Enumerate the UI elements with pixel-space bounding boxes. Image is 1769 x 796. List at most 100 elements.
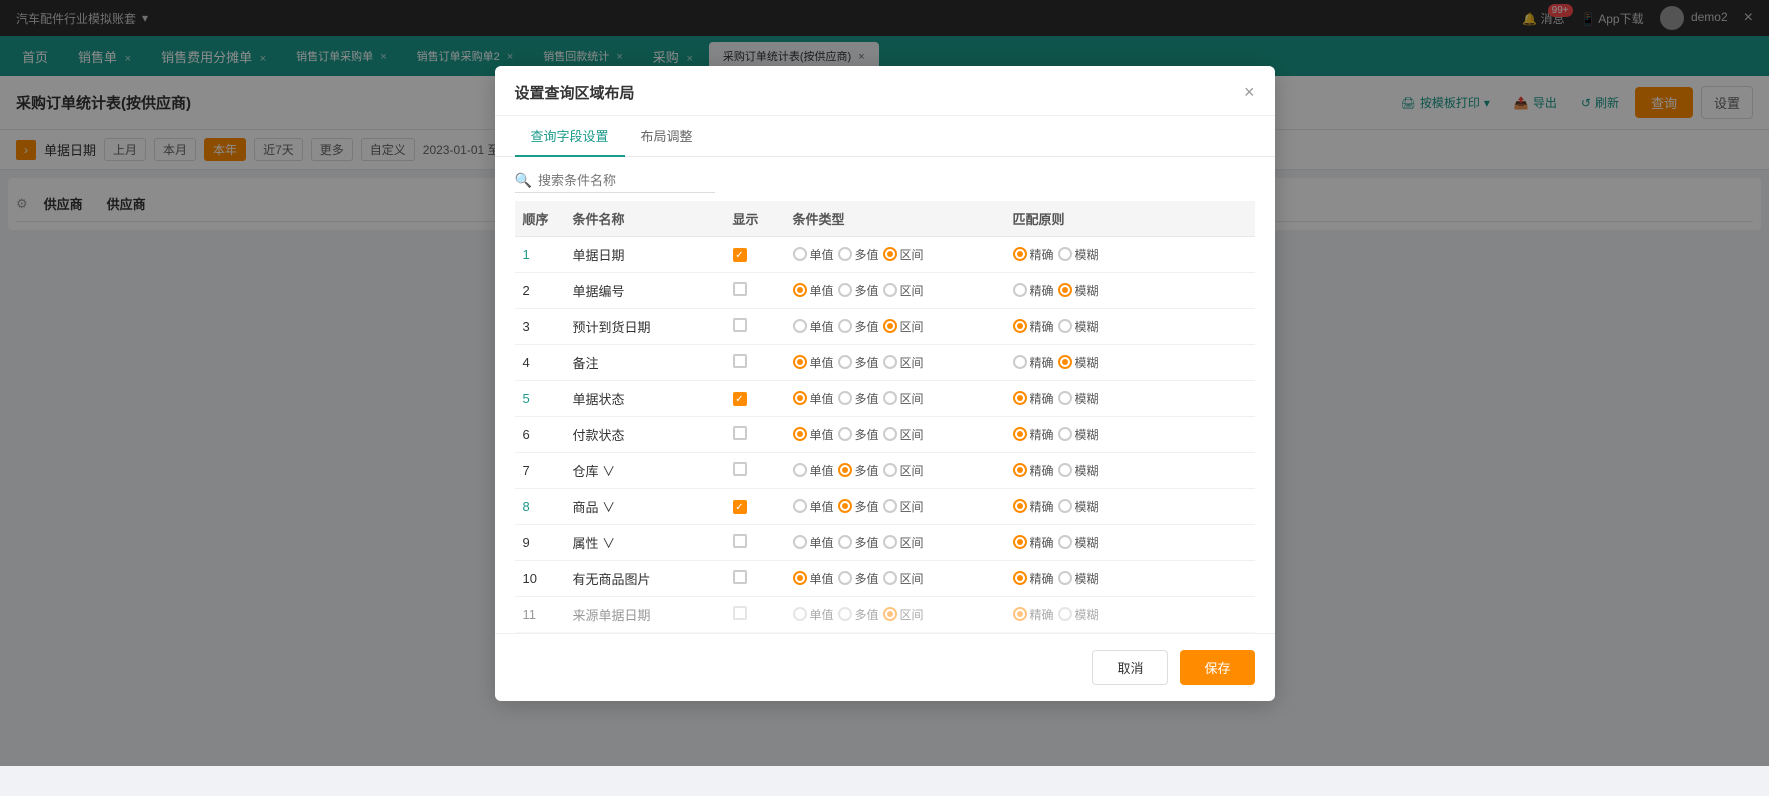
row-4-match-exact[interactable]: 精确 xyxy=(1013,354,1054,371)
row-11-match-fuzzy[interactable]: 模糊 xyxy=(1058,606,1099,623)
row-10-display[interactable] xyxy=(725,570,785,587)
table-row: 4 备注 单值 多值 区间 xyxy=(515,345,1255,381)
save-button[interactable]: 保存 xyxy=(1180,650,1254,685)
row-4-display[interactable] xyxy=(725,354,785,371)
row-1-display-checkbox[interactable]: ✓ xyxy=(733,248,747,262)
radio-single-2 xyxy=(793,283,807,297)
row-2-type-range[interactable]: 区间 xyxy=(883,282,924,299)
row-1-display[interactable]: ✓ xyxy=(725,246,785,263)
row-3-type-range[interactable]: 区间 xyxy=(883,318,924,335)
row-1-type-multi[interactable]: 多值 xyxy=(838,246,879,263)
col-type-header: 条件类型 xyxy=(785,209,1005,228)
row-10-type-single[interactable]: 单值 xyxy=(793,570,834,587)
row-5-display-checkbox[interactable]: ✓ xyxy=(733,392,747,406)
search-input[interactable] xyxy=(538,169,698,192)
dialog-close-button[interactable]: × xyxy=(1244,83,1255,101)
row-10-match-exact[interactable]: 精确 xyxy=(1013,570,1054,587)
row-10-type-multi[interactable]: 多值 xyxy=(838,570,879,587)
row-6-type-single[interactable]: 单值 xyxy=(793,426,834,443)
row-2-display[interactable] xyxy=(725,282,785,299)
row-11-match-exact[interactable]: 精确 xyxy=(1013,606,1054,623)
row-5-match-fuzzy[interactable]: 模糊 xyxy=(1058,390,1099,407)
dialog-tab-query[interactable]: 查询字段设置 xyxy=(515,116,625,157)
row-2-match-exact[interactable]: 精确 xyxy=(1013,282,1054,299)
row-6-display[interactable] xyxy=(725,426,785,443)
row-6-match-exact[interactable]: 精确 xyxy=(1013,426,1054,443)
radio-range-2 xyxy=(883,283,897,297)
row-1-type-single[interactable]: 单值 xyxy=(793,246,834,263)
row-6-type-range[interactable]: 区间 xyxy=(883,426,924,443)
row-8-match-fuzzy[interactable]: 模糊 xyxy=(1058,498,1099,515)
row-7-type-multi[interactable]: 多值 xyxy=(838,462,879,479)
row-8-match-exact[interactable]: 精确 xyxy=(1013,498,1054,515)
row-1-match-fuzzy[interactable]: 模糊 xyxy=(1058,246,1099,263)
row-6-type-multi[interactable]: 多值 xyxy=(838,426,879,443)
row-4-type-multi[interactable]: 多值 xyxy=(838,354,879,371)
radio-exact-2 xyxy=(1013,283,1027,297)
row-1-type-range[interactable]: 区间 xyxy=(883,246,924,263)
radio-single-4 xyxy=(793,355,807,369)
cancel-button[interactable]: 取消 xyxy=(1092,650,1168,685)
row-2-type-multi[interactable]: 多值 xyxy=(838,282,879,299)
row-3-match-fuzzy[interactable]: 模糊 xyxy=(1058,318,1099,335)
row-8-type-single[interactable]: 单值 xyxy=(793,498,834,515)
row-8-display[interactable]: ✓ xyxy=(725,498,785,515)
row-3-display[interactable] xyxy=(725,318,785,335)
row-3-type-multi[interactable]: 多值 xyxy=(838,318,879,335)
row-3-match-exact[interactable]: 精确 xyxy=(1013,318,1054,335)
row-9-match-fuzzy[interactable]: 模糊 xyxy=(1058,534,1099,551)
row-2-display-checkbox[interactable] xyxy=(733,282,747,296)
row-6-match-fuzzy[interactable]: 模糊 xyxy=(1058,426,1099,443)
radio-range-11 xyxy=(883,607,897,621)
row-4-match-fuzzy[interactable]: 模糊 xyxy=(1058,354,1099,371)
row-2-match-fuzzy[interactable]: 模糊 xyxy=(1058,282,1099,299)
radio-multi-9 xyxy=(838,535,852,549)
row-4-type-single[interactable]: 单值 xyxy=(793,354,834,371)
col-order-header: 顺序 xyxy=(515,209,565,228)
radio-exact-3 xyxy=(1013,319,1027,333)
row-11-name: 来源单据日期 xyxy=(565,605,725,624)
row-5-match-exact[interactable]: 精确 xyxy=(1013,390,1054,407)
row-7-type-range[interactable]: 区间 xyxy=(883,462,924,479)
row-1-match: 精确 模糊 xyxy=(1005,246,1205,263)
row-9-type-single[interactable]: 单值 xyxy=(793,534,834,551)
row-11-display-checkbox[interactable] xyxy=(733,606,747,620)
row-7-match-exact[interactable]: 精确 xyxy=(1013,462,1054,479)
row-11-type-multi[interactable]: 多值 xyxy=(838,606,879,623)
row-6-display-checkbox[interactable] xyxy=(733,426,747,440)
row-11-type-range[interactable]: 区间 xyxy=(883,606,924,623)
row-5-type-multi[interactable]: 多值 xyxy=(838,390,879,407)
row-7-display[interactable] xyxy=(725,462,785,479)
dialog-tab-layout[interactable]: 布局调整 xyxy=(625,116,709,157)
row-5-type-single[interactable]: 单值 xyxy=(793,390,834,407)
row-9-match-exact[interactable]: 精确 xyxy=(1013,534,1054,551)
row-8-type-multi[interactable]: 多值 xyxy=(838,498,879,515)
row-2-type-single[interactable]: 单值 xyxy=(793,282,834,299)
row-10-display-checkbox[interactable] xyxy=(733,570,747,584)
row-4-type-range[interactable]: 区间 xyxy=(883,354,924,371)
row-9-display[interactable] xyxy=(725,534,785,551)
row-10-type-range[interactable]: 区间 xyxy=(883,570,924,587)
row-3-display-checkbox[interactable] xyxy=(733,318,747,332)
row-11-display[interactable] xyxy=(725,606,785,623)
row-4-name: 备注 xyxy=(565,353,725,372)
row-1-match-exact[interactable]: 精确 xyxy=(1013,246,1054,263)
table-row: 6 付款状态 单值 多值 区间 xyxy=(515,417,1255,453)
radio-fuzzy-6 xyxy=(1058,427,1072,441)
row-8-type-range[interactable]: 区间 xyxy=(883,498,924,515)
row-9-display-checkbox[interactable] xyxy=(733,534,747,548)
row-7-match-fuzzy[interactable]: 模糊 xyxy=(1058,462,1099,479)
row-11-type-single[interactable]: 单值 xyxy=(793,606,834,623)
row-7-display-checkbox[interactable] xyxy=(733,462,747,476)
row-7-type-single[interactable]: 单值 xyxy=(793,462,834,479)
row-9-type-range[interactable]: 区间 xyxy=(883,534,924,551)
radio-multi-10 xyxy=(838,571,852,585)
row-3-type-single[interactable]: 单值 xyxy=(793,318,834,335)
row-4-display-checkbox[interactable] xyxy=(733,354,747,368)
row-10-match-fuzzy[interactable]: 模糊 xyxy=(1058,570,1099,587)
row-8-display-checkbox[interactable]: ✓ xyxy=(733,500,747,514)
row-5-display[interactable]: ✓ xyxy=(725,390,785,407)
row-5-type-range[interactable]: 区间 xyxy=(883,390,924,407)
row-9-type-multi[interactable]: 多值 xyxy=(838,534,879,551)
row-1-type: 单值 多值 区间 xyxy=(785,246,1005,263)
